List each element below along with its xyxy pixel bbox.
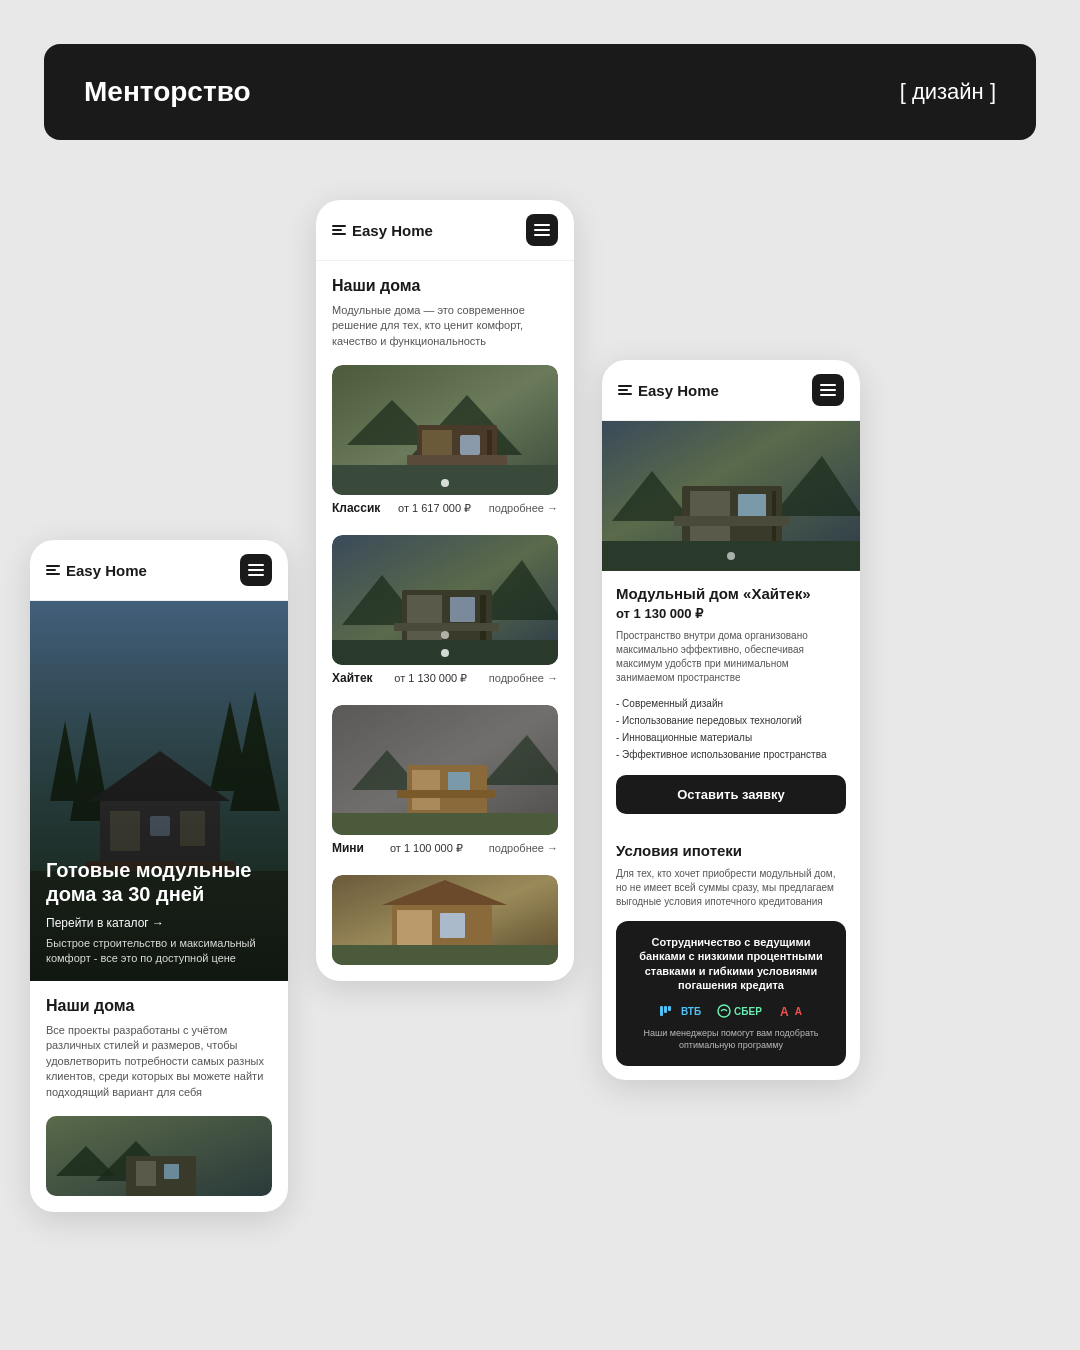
svg-rect-45 [397,790,495,798]
house-item-klassik: Классик от 1 617 000 ₽ подробнее → [316,365,574,515]
left-section: Наши дома Все проекты разработаны с учёт… [30,981,288,1116]
house-img-hajtek [332,535,558,665]
header-tag: [ дизайн ] [900,79,996,105]
svg-text:А: А [780,1005,789,1018]
middle-hamburger-icon [332,225,346,235]
hajtek-dot [441,649,449,657]
house-item-hajtek: Хайтек от 1 130 000 ₽ подробнее → [316,527,574,685]
svg-rect-35 [394,623,499,631]
svg-rect-33 [450,597,475,622]
house-info-hajtek: Хайтек от 1 130 000 ₽ подробнее → [332,671,558,685]
middle-section-header: Наши дома Модульные дома — это современн… [316,261,574,365]
house-name-hajtek: Хайтек [332,671,373,685]
house-price-klassik: от 1 617 000 ₽ [398,502,471,515]
right-detail-content: Модульный дом «Хайтек» от 1 130 000 ₽ Пр… [602,571,860,763]
svg-point-62 [727,552,735,560]
svg-rect-64 [664,1006,667,1013]
right-detail-features: - Современный дизайн - Использование пер… [616,695,846,763]
alfa-logo: А А [778,1004,802,1018]
right-logo-text: Easy Home [638,382,719,399]
house-link-klassik[interactable]: подробнее → [489,502,558,514]
svg-rect-24 [460,435,480,455]
left-logo-text: Easy Home [66,562,147,579]
right-mortgage-text: Для тех, кто хочет приобрести модульный … [616,867,846,909]
right-mortgage-title: Условия ипотеки [616,842,846,859]
middle-page-title: Наши дома [332,277,558,295]
right-bank-card: Сотрудничество с ведущими банками с низк… [616,921,846,1066]
phones-container: Easy Home [0,200,1080,1212]
left-hero: Готовые модульные дома за 30 дней Перейт… [30,601,288,981]
left-hero-text: Готовые модульные дома за 30 дней Перейт… [30,842,288,981]
feature-3: - Инновационные материалы [616,729,846,746]
left-menu-button[interactable] [240,554,272,586]
left-phone: Easy Home [30,540,288,1212]
house-info-mini: Мини от 1 100 000 ₽ подробнее → [332,841,558,855]
feature-2: - Использование передовых технологий [616,712,846,729]
right-phone: Easy Home Модульный д [602,360,860,1080]
right-cta-button[interactable]: Оставить заявку [616,775,846,814]
left-hero-subtitle: Быстрое строительство и максимальный ком… [46,936,272,965]
sber-logo: СБЕР [717,1004,762,1018]
house-name-klassik: Классик [332,501,380,515]
vtb-text: ВТБ [681,1006,701,1017]
left-hero-title: Готовые модульные дома за 30 дней [46,858,272,906]
house-price-mini: от 1 100 000 ₽ [390,842,463,855]
right-detail-img [602,421,860,571]
right-menu-button[interactable] [812,374,844,406]
right-detail-title: Модульный дом «Хайтек» [616,585,846,602]
left-hero-cta[interactable]: Перейти в каталог → [46,916,272,930]
right-nav: Easy Home [602,360,860,421]
right-bank-card-sub: Наши менеджеры помогут вам подобрать опт… [630,1028,832,1051]
middle-phone: Easy Home Наши дома Модульные дома — это… [316,200,574,981]
klassik-dot [441,479,449,487]
alfa-text: А [795,1006,802,1017]
header-banner: Менторство [ дизайн ] [44,44,1036,140]
header-title: Менторство [84,76,251,108]
middle-logo-text: Easy Home [352,222,433,239]
svg-rect-46 [332,813,558,835]
left-section-text: Все проекты разработаны с учётом различн… [46,1023,272,1100]
feature-4: - Эффективное использование пространства [616,746,846,763]
hamburger-icon [46,565,60,575]
left-nav: Easy Home [30,540,288,601]
left-logo: Easy Home [46,562,147,579]
middle-logo: Easy Home [332,222,433,239]
svg-rect-17 [136,1161,156,1186]
svg-rect-32 [407,595,442,640]
svg-rect-18 [164,1164,179,1179]
right-bank-card-title: Сотрудничество с ведущими банками с низк… [630,935,832,992]
house-item-4 [316,867,574,981]
house-img-klassik [332,365,558,495]
house-link-mini[interactable]: подробнее → [489,842,558,854]
right-logo: Easy Home [618,382,719,399]
svg-rect-49 [397,910,432,950]
middle-page-subtitle: Модульные дома — это современное решение… [332,303,558,349]
right-detail-desc: Пространство внутри дома организовано ма… [616,629,846,685]
house-img-mini [332,705,558,835]
feature-1: - Современный дизайн [616,695,846,712]
svg-point-66 [718,1005,730,1017]
left-section-title: Наши дома [46,997,272,1015]
right-hamburger-icon [618,385,632,395]
house-info-klassik: Классик от 1 617 000 ₽ подробнее → [332,501,558,515]
house-price-hajtek: от 1 130 000 ₽ [394,672,467,685]
right-mortgage-section: Условия ипотеки Для тех, кто хочет приоб… [602,828,860,1080]
svg-point-37 [441,631,449,639]
left-bottom-img [30,1116,288,1212]
house-name-mini: Мини [332,841,364,855]
vtb-logo: ВТБ [660,1004,701,1018]
sber-text: СБЕР [734,1006,762,1017]
middle-menu-button[interactable] [526,214,558,246]
svg-rect-60 [674,516,789,526]
right-detail-price: от 1 130 000 ₽ [616,606,846,621]
bank-logos: ВТБ СБЕР А А [630,1004,832,1018]
svg-rect-50 [440,913,465,938]
svg-rect-52 [332,945,558,965]
svg-rect-26 [407,455,507,465]
house-link-hajtek[interactable]: подробнее → [489,672,558,684]
house-item-mini: Мини от 1 100 000 ₽ подробнее → [316,697,574,855]
middle-nav: Easy Home [316,200,574,261]
svg-rect-65 [668,1006,671,1011]
svg-rect-63 [660,1006,663,1016]
